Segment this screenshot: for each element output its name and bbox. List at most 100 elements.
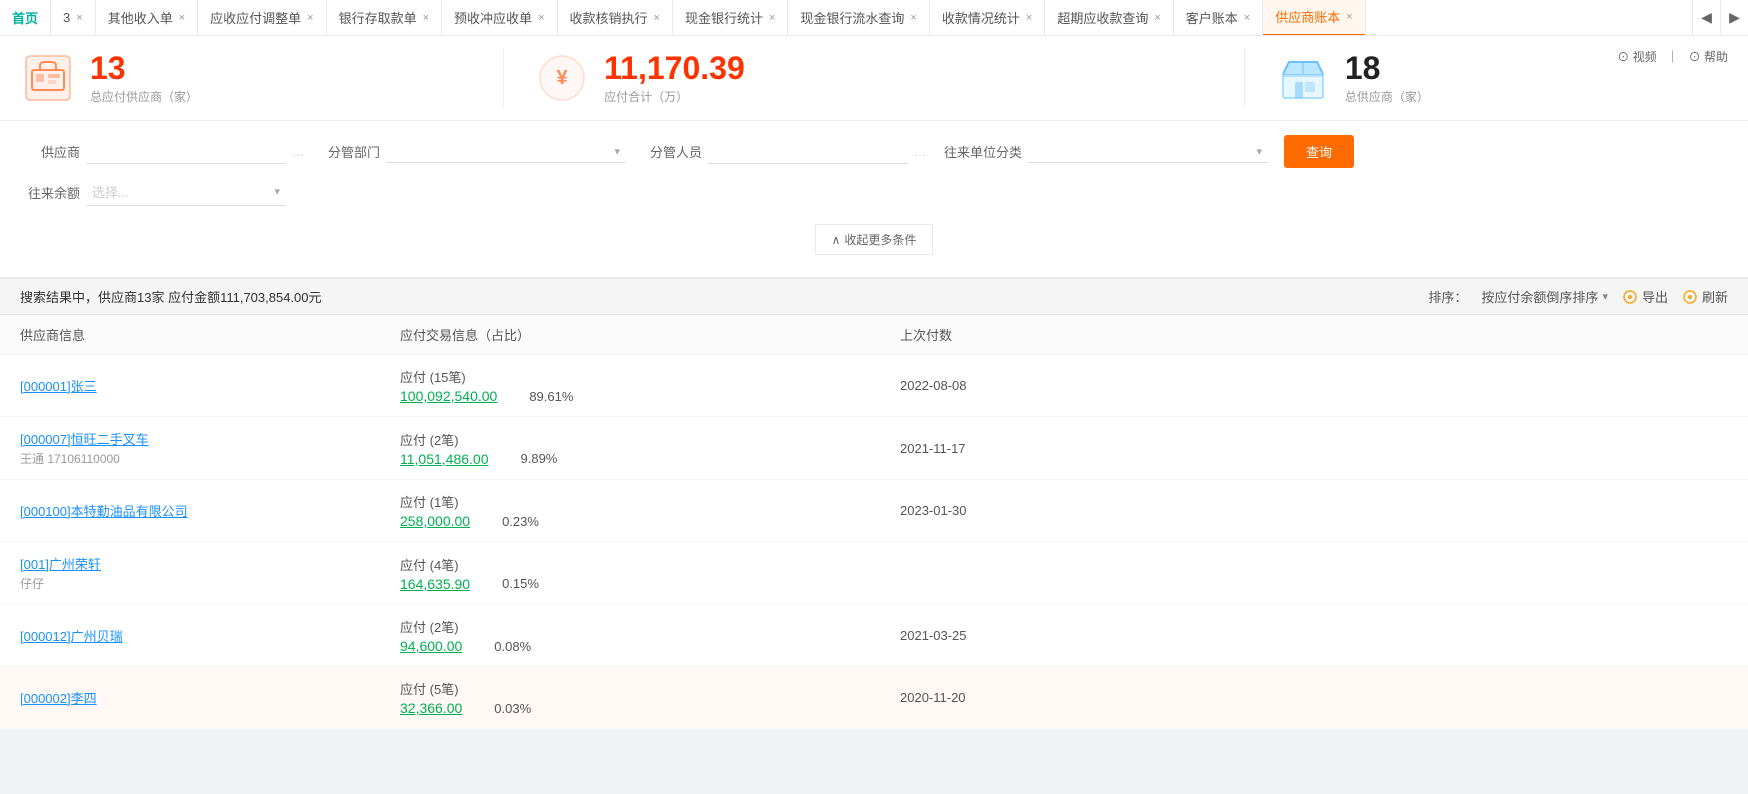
collapse-button[interactable]: ∧ 收起更多条件 bbox=[815, 224, 934, 255]
nav-tab-bank-deposit[interactable]: 银行存取款单 × bbox=[327, 0, 442, 36]
lastpay-date-3: 2023-01-30 bbox=[900, 503, 967, 518]
nav-tab-cash-bank-stats[interactable]: 现金银行统计 × bbox=[673, 0, 788, 36]
sort-button[interactable]: 按应付余额倒序排序 ▾ bbox=[1481, 287, 1608, 306]
refresh-button[interactable]: 刷新 bbox=[1682, 287, 1728, 306]
video-link[interactable]: ⊙ 视频 bbox=[1617, 48, 1656, 65]
nav-tab-overdue-ar[interactable]: 超期应收款查询 × bbox=[1045, 0, 1173, 36]
nav-tab-receipt-verify-close[interactable]: × bbox=[654, 12, 660, 24]
stat-divider-2 bbox=[1244, 48, 1245, 108]
nav-tab-3-label: 3 bbox=[63, 10, 70, 25]
trade-count-4: 4笔 bbox=[434, 558, 454, 573]
query-button[interactable]: 查询 bbox=[1284, 135, 1354, 168]
row-trade-col: 应付 (2笔) 94,600.00 0.08% bbox=[400, 617, 900, 654]
collapse-label: 收起更多条件 bbox=[844, 231, 916, 248]
dept-field: 分管部门 ▾ bbox=[320, 141, 626, 163]
collapse-wrap: ∧ 收起更多条件 bbox=[20, 216, 1728, 271]
supplier-link-5[interactable]: [000012]广州贝瑞 bbox=[20, 626, 400, 645]
trade-count-6: 5笔 bbox=[434, 682, 454, 697]
row-supplier-col: [000007]恒旺二手叉车 王通 17106110000 bbox=[20, 429, 400, 467]
export-label: 导出 bbox=[1642, 287, 1668, 306]
nav-arrows: ◀ ▶ bbox=[1692, 0, 1748, 36]
nav-scroll-right[interactable]: ▶ bbox=[1720, 0, 1748, 36]
nav-tab-supplier-ledger-label: 供应商账本 bbox=[1275, 7, 1340, 26]
nav-tab-supplier-ledger-close[interactable]: × bbox=[1346, 11, 1352, 23]
nav-tab-receipt-stats-close[interactable]: × bbox=[1026, 12, 1032, 24]
nav-tab-overdue-ar-close[interactable]: × bbox=[1154, 12, 1160, 24]
nav-tab-receipt-verify[interactable]: 收款核销执行 × bbox=[558, 0, 673, 36]
balance-field: 往来余额 选择... ▾ bbox=[20, 178, 286, 206]
trade-percent-3: 0.23% bbox=[502, 514, 539, 529]
trade-amount-6[interactable]: 32,366.00 bbox=[400, 700, 462, 716]
row-supplier-col: [001]广州荣轩 仔仔 bbox=[20, 554, 400, 592]
nav-tab-cash-bank-query-close[interactable]: × bbox=[910, 12, 916, 24]
supplier-link-6[interactable]: [000002]李四 bbox=[20, 688, 400, 707]
supplier-input[interactable] bbox=[86, 140, 286, 164]
nav-tab-customer-ledger[interactable]: 客户账本 × bbox=[1174, 0, 1263, 36]
trade-count-5: 2笔 bbox=[434, 620, 454, 635]
supplier-ellipsis-icon[interactable]: … bbox=[292, 145, 304, 159]
supplier-link-2[interactable]: [000007]恒旺二手叉车 bbox=[20, 429, 400, 448]
trade-type-3: 应付 ( bbox=[400, 495, 434, 510]
supplier-link-1[interactable]: [000001]张三 bbox=[20, 376, 400, 395]
top-right-links: ⊙ 视频 ｜ ⊙ 帮助 bbox=[1617, 48, 1728, 65]
trade-info-1: 应付 (15笔) bbox=[400, 367, 900, 386]
category-select[interactable]: ▾ bbox=[1028, 141, 1268, 163]
balance-select[interactable]: 选择... ▾ bbox=[86, 178, 286, 206]
trade-amount-5[interactable]: 94,600.00 bbox=[400, 638, 462, 654]
nav-tab-pre-receive-close[interactable]: × bbox=[538, 12, 544, 24]
store-icon bbox=[1275, 50, 1331, 106]
nav-tab-pre-receive[interactable]: 预收冲应收单 × bbox=[442, 0, 557, 36]
stat-label-2: 应付合计（万） bbox=[604, 88, 745, 105]
help-link[interactable]: ⊙ 帮助 bbox=[1689, 48, 1728, 65]
trade-amount-3[interactable]: 258,000.00 bbox=[400, 513, 470, 529]
nav-tab-other-income[interactable]: 其他收入单 × bbox=[96, 0, 198, 36]
table-row: [000007]恒旺二手叉车 王通 17106110000 应付 (2笔) 11… bbox=[0, 417, 1748, 480]
trade-amount-row-6: 32,366.00 0.03% bbox=[400, 700, 900, 716]
stat-text-2: 11,170.39 应付合计（万） bbox=[604, 52, 745, 105]
trade-amount-row-4: 164,635.90 0.15% bbox=[400, 576, 900, 592]
nav-tab-ar-ap-adjust[interactable]: 应收应付调整单 × bbox=[198, 0, 326, 36]
export-button[interactable]: 导出 bbox=[1622, 287, 1668, 306]
nav-tab-cash-bank-query[interactable]: 现金银行流水查询 × bbox=[788, 0, 929, 36]
search-row-1: 供应商 … 分管部门 ▾ 分管人员 … 往来单位分类 ▾ 查询 bbox=[20, 135, 1728, 168]
col-header-supplier: 供应商信息 bbox=[20, 325, 400, 344]
nav-tab-supplier-ledger[interactable]: 供应商账本 × bbox=[1263, 0, 1365, 36]
nav-tab-receipt-stats[interactable]: 收款情况统计 × bbox=[930, 0, 1045, 36]
nav-tab-other-income-label: 其他收入单 bbox=[108, 8, 173, 27]
trade-amount-4[interactable]: 164,635.90 bbox=[400, 576, 470, 592]
nav-tab-cash-bank-query-label: 现金银行流水查询 bbox=[800, 8, 904, 27]
lastpay-date-2: 2021-11-17 bbox=[900, 441, 966, 456]
sort-value: 按应付余额倒序排序 bbox=[1481, 287, 1598, 306]
supplier-label: 供应商 bbox=[20, 142, 80, 161]
sort-chevron-icon: ▾ bbox=[1602, 290, 1608, 303]
supplier-sub-4: 仔仔 bbox=[20, 575, 400, 592]
row-trade-col: 应付 (5笔) 32,366.00 0.03% bbox=[400, 679, 900, 716]
nav-tab-3-close[interactable]: × bbox=[76, 12, 82, 24]
person-ellipsis-icon[interactable]: … bbox=[914, 145, 926, 159]
stat-block-2: ¥ 11,170.39 应付合计（万） bbox=[534, 50, 1214, 106]
supplier-link-4[interactable]: [001]广州荣轩 bbox=[20, 554, 400, 573]
nav-tab-ar-ap-adjust-label: 应收应付调整单 bbox=[210, 8, 301, 27]
money-icon: ¥ bbox=[534, 50, 590, 106]
table-row: [000100]本特勤油品有限公司 应付 (1笔) 258,000.00 0.2… bbox=[0, 480, 1748, 542]
trade-percent-5: 0.08% bbox=[494, 639, 531, 654]
trade-amount-1[interactable]: 100,092,540.00 bbox=[400, 388, 497, 404]
trade-amount-2[interactable]: 11,051,486.00 bbox=[400, 451, 489, 467]
top-navigation: 首页 3 × 其他收入单 × 应收应付调整单 × 银行存取款单 × 预收冲应收单… bbox=[0, 0, 1748, 36]
collapse-up-icon: ∧ bbox=[832, 233, 841, 247]
nav-tab-3[interactable]: 3 × bbox=[51, 0, 96, 36]
nav-tab-ar-ap-adjust-close[interactable]: × bbox=[307, 12, 313, 24]
nav-tab-other-income-close[interactable]: × bbox=[179, 12, 185, 24]
nav-tab-customer-ledger-close[interactable]: × bbox=[1244, 12, 1250, 24]
row-lastpay-col-1: 2022-08-08 bbox=[900, 367, 1728, 404]
dept-select[interactable]: ▾ bbox=[386, 141, 626, 163]
nav-scroll-left[interactable]: ◀ bbox=[1692, 0, 1720, 36]
trade-amount-row-3: 258,000.00 0.23% bbox=[400, 513, 900, 529]
nav-tab-receipt-verify-label: 收款核销执行 bbox=[570, 8, 648, 27]
nav-tab-cash-bank-stats-close[interactable]: × bbox=[769, 12, 775, 24]
trade-type-2: 应付 ( bbox=[400, 433, 434, 448]
nav-tab-bank-deposit-close[interactable]: × bbox=[423, 12, 429, 24]
person-input[interactable] bbox=[708, 140, 908, 164]
nav-tab-home[interactable]: 首页 bbox=[0, 0, 51, 36]
supplier-link-3[interactable]: [000100]本特勤油品有限公司 bbox=[20, 501, 400, 520]
